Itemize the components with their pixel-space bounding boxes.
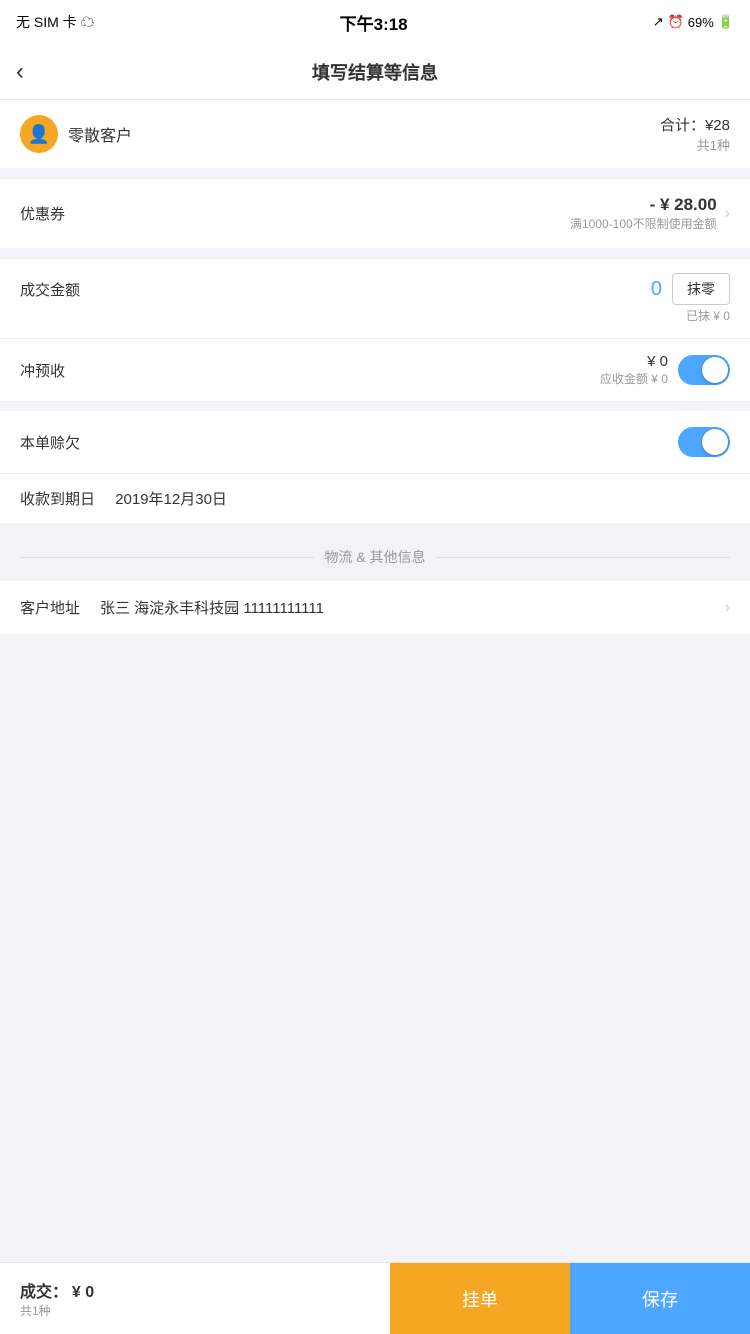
round-button[interactable]: 抹零 [672,273,730,305]
toggle-knob [702,357,728,383]
battery-icon: 🔋 [718,14,734,30]
address-chevron: › [725,599,730,617]
prepaid-sub: 应收金额 ¥ 0 [600,370,668,387]
save-button[interactable]: 保存 [570,1263,750,1334]
total-amount: 合计：¥28 [660,114,730,135]
coupon-right: - ¥ 28.00 满1000-100不限制使用金额 › [570,195,730,232]
coupon-desc: 满1000-100不限制使用金额 [570,215,717,232]
address-row[interactable]: 客户地址 张三 海淀永丰科技园 11111111111 › [0,581,750,634]
status-right: ↗ ⏰ 69% 🔋 [653,14,734,30]
address-value: 张三 海淀永丰科技园 11111111111 [100,597,705,618]
prepaid-row: 冲预收 ¥ 0 应收金额 ¥ 0 [0,338,750,401]
bottom-count: 共1种 [20,1302,370,1319]
battery-text: 69% [688,15,714,30]
amount-sub: 已抹 ¥ 0 [20,307,730,324]
status-time: 下午3:18 [340,10,408,35]
due-row: 收款到期日 2019年12月30日 [0,473,750,523]
credit-toggle-knob [702,429,728,455]
coupon-chevron: › [725,205,730,223]
amount-top: 成交金额 0 抹零 [20,273,730,305]
location-icon: ↗ [653,14,664,30]
hold-button[interactable]: 挂单 [390,1263,570,1334]
customer-name: 零散客户 [68,122,132,146]
logistics-title: 物流 & 其他信息 [324,547,425,567]
page-title: 填写结算等信息 [312,59,438,85]
prepaid-label: 冲预收 [20,360,65,381]
status-bar: 无 SIM 卡 ☁ 下午3:18 ↗ ⏰ 69% 🔋 [0,0,750,44]
nav-bar: ‹ 填写结算等信息 [0,44,750,100]
bottom-bar: 成交： ¥ 0 共1种 挂单 保存 [0,1262,750,1334]
deal-label: 成交： [20,1284,68,1301]
coupon-amount: - ¥ 28.00 [570,195,717,215]
coupon-row[interactable]: 优惠券 - ¥ 28.00 满1000-100不限制使用金额 › [0,178,750,248]
coupon-value-block: - ¥ 28.00 满1000-100不限制使用金额 [570,195,717,232]
customer-row: 👤 零散客户 合计：¥28 共1种 [0,100,750,168]
signal-text: 无 SIM 卡 ☁ [16,12,95,32]
logistics-header: 物流 & 其他信息 [0,533,750,581]
amount-label: 成交金额 [20,279,80,300]
credit-section: 本单赊欠 收款到期日 2019年12月30日 [0,411,750,523]
bottom-deal: 成交： ¥ 0 [20,1278,370,1302]
customer-summary: 合计：¥28 共1种 [660,114,730,154]
amount-row: 成交金额 0 抹零 已抹 ¥ 0 [0,258,750,338]
deal-amount: ¥ 0 [72,1284,94,1301]
credit-toggle[interactable] [678,427,730,457]
back-button[interactable]: ‹ [16,58,24,86]
amount-value: 0 [651,278,662,301]
prepaid-amounts: ¥ 0 应收金额 ¥ 0 [600,353,668,387]
bottom-info: 成交： ¥ 0 共1种 [0,1278,390,1319]
due-value: 2019年12月30日 [115,491,227,508]
due-label: 收款到期日 [20,491,95,508]
prepaid-toggle[interactable] [678,355,730,385]
avatar-icon: 👤 [28,124,50,145]
total-count: 共1种 [660,135,730,154]
coupon-label: 优惠券 [20,203,65,224]
content: 👤 零散客户 合计：¥28 共1种 优惠券 - ¥ 28.00 满1000-10… [0,100,750,724]
credit-row: 本单赊欠 [0,411,750,473]
coupon-section: 优惠券 - ¥ 28.00 满1000-100不限制使用金额 › [0,178,750,248]
prepaid-right: ¥ 0 应收金额 ¥ 0 [600,353,730,387]
alarm-icon: ⏰ [668,14,684,30]
avatar: 👤 [20,115,58,153]
credit-label: 本单赊欠 [20,432,80,453]
address-section: 客户地址 张三 海淀永丰科技园 11111111111 › [0,581,750,634]
status-left: 无 SIM 卡 ☁ [16,12,95,32]
address-label: 客户地址 [20,597,80,618]
prepaid-main: ¥ 0 [600,353,668,370]
transaction-section: 成交金额 0 抹零 已抹 ¥ 0 冲预收 ¥ 0 应收金额 ¥ 0 [0,258,750,401]
amount-right: 0 抹零 [651,273,730,305]
customer-left: 👤 零散客户 [20,115,132,153]
customer-section: 👤 零散客户 合计：¥28 共1种 [0,100,750,168]
